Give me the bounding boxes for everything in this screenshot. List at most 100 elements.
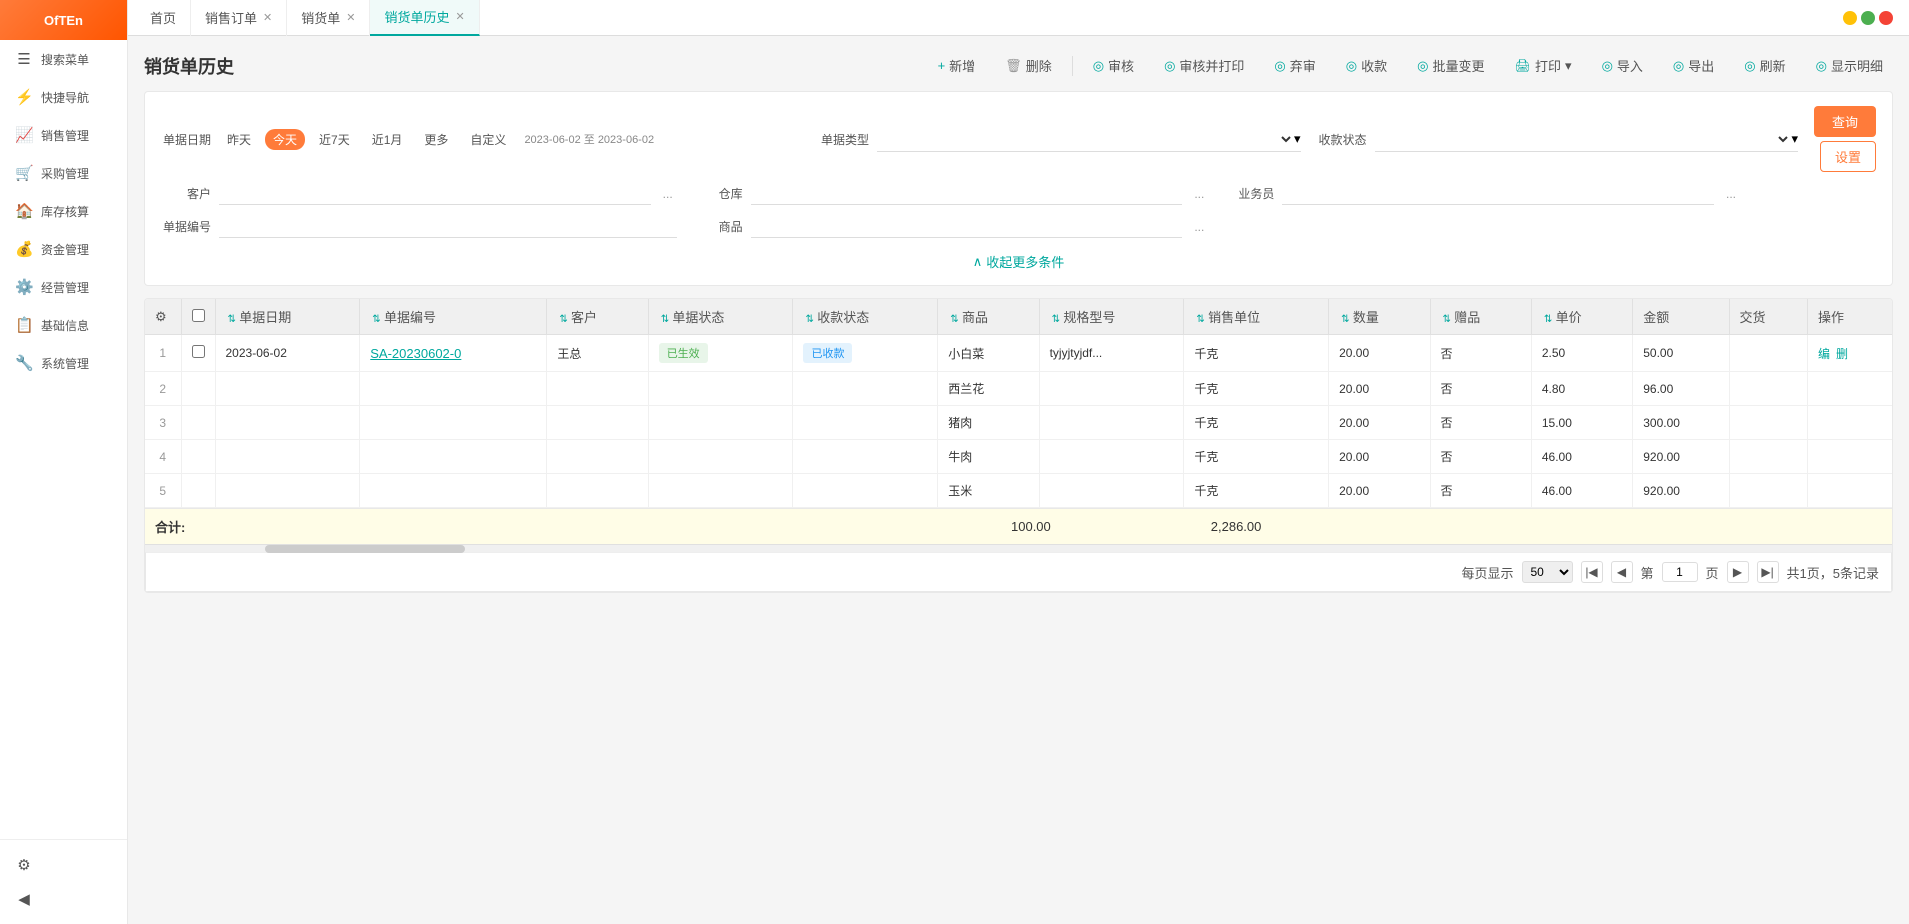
date-tag-yesterday[interactable]: 昨天 — [219, 129, 259, 150]
sidebar-settings-icon[interactable]: ⚙ — [0, 848, 127, 882]
date-tag-more[interactable]: 更多 — [416, 129, 456, 150]
ops-icon: ⚙️ — [15, 278, 33, 296]
sales-rep-input[interactable] — [1282, 182, 1714, 205]
col-qty: ⇅ 数量 — [1329, 299, 1430, 335]
new-button[interactable]: + 新增 — [928, 52, 986, 79]
sidebar-item-label: 快捷导航 — [41, 89, 89, 106]
filter-collapse[interactable]: ∧ 收起更多条件 — [161, 248, 1876, 275]
date-tag-7days[interactable]: 近7天 — [311, 129, 358, 150]
sidebar-collapse-icon[interactable]: ◀ — [0, 882, 127, 916]
receipt-button[interactable]: ◎ 收款 — [1336, 52, 1397, 79]
sidebar-item-purchase-mgmt[interactable]: 🛒 采购管理 — [0, 154, 127, 192]
select-all-checkbox[interactable] — [192, 309, 205, 322]
doc-type-select[interactable] — [877, 127, 1294, 151]
sidebar-item-inventory-calc[interactable]: 🏠 库存核算 — [0, 192, 127, 230]
prev-page-button[interactable]: ◀ — [1611, 561, 1633, 583]
scrollbar-thumb[interactable] — [265, 545, 465, 553]
doc-num-input[interactable] — [219, 215, 677, 238]
col-unit-price-label: 单价 — [1556, 310, 1582, 325]
last-page-button[interactable]: ▶| — [1757, 561, 1779, 583]
tab-sales-delivery[interactable]: 销货单 ✕ — [287, 0, 370, 36]
abandon-button[interactable]: ◎ 弃审 — [1264, 52, 1325, 79]
cell-checkbox[interactable] — [181, 474, 215, 508]
cell-doc-num — [360, 440, 547, 474]
product-input[interactable] — [751, 215, 1183, 238]
import-button[interactable]: ◎ 导入 — [1592, 52, 1653, 79]
export-button[interactable]: ◎ 导出 — [1663, 52, 1724, 79]
sort-qty-icon[interactable]: ⇅ — [1341, 314, 1349, 325]
sidebar-item-finance-mgmt[interactable]: 💰 资金管理 — [0, 230, 127, 268]
cell-sales-unit: 千克 — [1184, 440, 1329, 474]
horizontal-scrollbar[interactable] — [145, 544, 1892, 552]
tab-sales-history-label: 销货单历史 — [384, 7, 449, 26]
sidebar-item-search-menu[interactable]: ☰ 搜索菜单 — [0, 40, 127, 78]
cell-checkbox[interactable] — [181, 372, 215, 406]
sort-doc-status-icon[interactable]: ⇅ — [661, 314, 669, 325]
sort-gift-icon[interactable]: ⇅ — [1443, 314, 1451, 325]
sort-customer-icon[interactable]: ⇅ — [559, 314, 567, 325]
sidebar-item-basic-info[interactable]: 📋 基础信息 — [0, 306, 127, 344]
settings-button[interactable]: 设置 — [1820, 141, 1876, 172]
tab-sales-history[interactable]: 销货单历史 ✕ — [370, 0, 479, 36]
sort-sales-unit-icon[interactable]: ⇅ — [1196, 314, 1204, 325]
date-tag-custom[interactable]: 自定义 — [462, 129, 514, 150]
product-label: 商品 — [693, 218, 743, 235]
batch-change-button[interactable]: ◎ 批量变更 — [1407, 52, 1494, 79]
maximize-button[interactable] — [1861, 11, 1875, 25]
query-button[interactable]: 查询 — [1814, 106, 1876, 137]
show-detail-button[interactable]: ◎ 显示明细 — [1806, 52, 1893, 79]
tab-home[interactable]: 首页 — [136, 0, 191, 36]
customer-dots[interactable]: ... — [659, 187, 677, 201]
sort-doc-date-icon[interactable]: ⇅ — [228, 314, 236, 325]
sidebar-item-sales-mgmt[interactable]: 📈 销售管理 — [0, 116, 127, 154]
cell-checkbox[interactable] — [181, 406, 215, 440]
next-page-button[interactable]: ▶ — [1727, 561, 1749, 583]
delete-button[interactable]: 🗑 删除 — [995, 52, 1062, 79]
page-input[interactable] — [1662, 562, 1698, 582]
sort-product-icon[interactable]: ⇅ — [950, 314, 958, 325]
cell-doc-num[interactable]: SA-20230602-0 — [360, 335, 547, 372]
row-checkbox[interactable] — [192, 345, 205, 358]
sidebar-item-label: 库存核算 — [41, 203, 89, 220]
sidebar-item-quick-nav[interactable]: ⚡ 快捷导航 — [0, 78, 127, 116]
sidebar-item-sys-mgmt[interactable]: 🔧 系统管理 — [0, 344, 127, 382]
col-checkbox[interactable] — [181, 299, 215, 335]
col-qty-label: 数量 — [1353, 310, 1379, 325]
col-gear[interactable]: ⚙ — [145, 299, 181, 335]
customer-input[interactable] — [219, 182, 651, 205]
receipt-status-select[interactable] — [1375, 127, 1792, 151]
close-sales-history-icon[interactable]: ✕ — [456, 10, 465, 23]
date-tag-1month[interactable]: 近1月 — [364, 129, 411, 150]
close-button[interactable] — [1879, 11, 1893, 25]
cell-qty: 20.00 — [1329, 440, 1430, 474]
sort-unit-price-icon[interactable]: ⇅ — [1544, 314, 1552, 325]
sidebar-item-ops-mgmt[interactable]: ⚙️ 经营管理 — [0, 268, 127, 306]
close-sales-order-icon[interactable]: ✕ — [263, 11, 272, 24]
date-tag-today[interactable]: 今天 — [265, 129, 305, 150]
sort-spec-icon[interactable]: ⇅ — [1052, 314, 1060, 325]
product-dots[interactable]: ... — [1190, 220, 1208, 234]
audit-button[interactable]: ◎ 审核 — [1083, 52, 1144, 79]
page-header: 销货单历史 + 新增 🗑 删除 ◎ 审核 ◎ 审核并打印 — [144, 52, 1893, 79]
warehouse-dots[interactable]: ... — [1190, 187, 1208, 201]
gear-settings-icon[interactable]: ⚙ — [155, 309, 167, 324]
doc-num-link[interactable]: SA-20230602-0 — [370, 346, 461, 361]
cell-checkbox[interactable] — [181, 440, 215, 474]
page-size-select[interactable]: 50 100 200 — [1522, 561, 1573, 583]
delete-link[interactable]: 删 — [1836, 345, 1848, 362]
audit-print-button[interactable]: ◎ 审核并打印 — [1154, 52, 1254, 79]
sales-rep-dots[interactable]: ... — [1722, 187, 1740, 201]
first-page-button[interactable]: |◀ — [1581, 561, 1603, 583]
close-sales-delivery-icon[interactable]: ✕ — [346, 11, 355, 24]
cell-unit-price: 4.80 — [1531, 372, 1632, 406]
sort-receipt-status-icon[interactable]: ⇅ — [805, 314, 813, 325]
edit-link[interactable]: 编 — [1818, 345, 1830, 362]
print-button[interactable]: 🖨 打印 ▾ — [1505, 52, 1582, 79]
refresh-button[interactable]: ◎ 刷新 — [1734, 52, 1795, 79]
toolbar: + 新增 🗑 删除 ◎ 审核 ◎ 审核并打印 ◎ 弃审 — [928, 52, 1893, 79]
warehouse-input[interactable] — [751, 182, 1183, 205]
sort-doc-num-icon[interactable]: ⇅ — [372, 314, 380, 325]
cell-checkbox[interactable] — [181, 335, 215, 372]
tab-sales-order[interactable]: 销售订单 ✕ — [191, 0, 287, 36]
minimize-button[interactable] — [1843, 11, 1857, 25]
